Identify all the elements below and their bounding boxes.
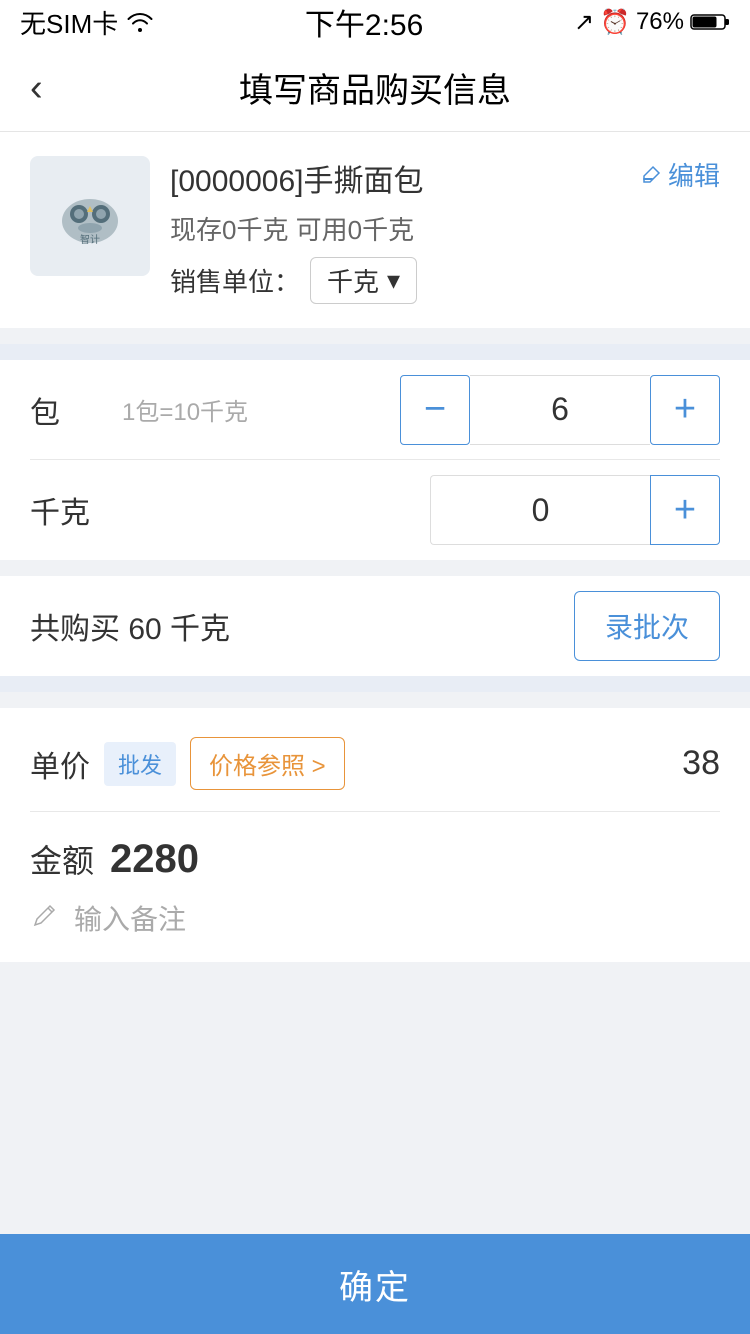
- price-row: 单价 批发 价格参照 > 38: [30, 732, 720, 812]
- carrier-text: 无SIM卡: [20, 4, 118, 41]
- price-section: 单价 批发 价格参照 > 38: [0, 708, 750, 812]
- bag-input-row: 包 1包=10千克 − +: [30, 360, 720, 460]
- product-unit-row: 销售单位： 千克 ▾: [170, 257, 720, 304]
- location-icon: ↗: [574, 8, 594, 37]
- status-right: ↗ ⏰ 76%: [574, 8, 730, 37]
- kg-controls: +: [430, 475, 720, 545]
- amount-value: 2280: [110, 837, 199, 882]
- kg-label: 千克: [30, 488, 110, 532]
- edit-button[interactable]: 编辑: [640, 156, 720, 193]
- remark-row[interactable]: 输入备注: [30, 898, 720, 938]
- bottom-space: [0, 962, 750, 1262]
- kg-input-row: 千克 +: [30, 460, 720, 560]
- product-stock: 现存0千克 可用0千克: [170, 210, 720, 247]
- bag-label: 包: [30, 388, 110, 432]
- bag-hint: 1包=10千克: [122, 392, 248, 427]
- status-bar: 无SIM卡 下午2:56 ↗ ⏰ 76%: [0, 0, 750, 44]
- status-left: 无SIM卡: [20, 4, 154, 41]
- unit-label: 销售单位：: [170, 262, 300, 299]
- total-label: 共购买 60 千克: [30, 604, 230, 648]
- svg-text:智计: 智计: [80, 233, 100, 246]
- page-title: 填写商品购买信息: [239, 63, 511, 112]
- status-time: 下午2:56: [305, 0, 423, 44]
- bag-input[interactable]: [470, 375, 650, 445]
- unit-select[interactable]: 千克 ▾: [310, 257, 417, 304]
- batch-button[interactable]: 录批次: [574, 591, 720, 661]
- price-value: 38: [682, 744, 720, 783]
- amount-section: 金额 2280 输入备注: [0, 812, 750, 962]
- battery-icon: [690, 12, 730, 32]
- dropdown-icon: ▾: [387, 265, 400, 296]
- confirm-button[interactable]: 确定: [0, 1234, 750, 1334]
- kg-plus-button[interactable]: +: [650, 475, 720, 545]
- bag-minus-button[interactable]: −: [400, 375, 470, 445]
- alarm-icon: ⏰: [600, 8, 630, 37]
- edit-icon: [640, 164, 662, 186]
- product-card: 智计 [0000006]手撕面包 编辑 现存0千克 可用0千克 销售单位： 千克…: [0, 132, 750, 328]
- remark-placeholder: 输入备注: [74, 898, 186, 938]
- price-ref-button[interactable]: 价格参照 >: [190, 737, 345, 790]
- price-label: 单价: [30, 742, 90, 786]
- pencil-icon: [30, 903, 60, 933]
- separator-2: [0, 676, 750, 692]
- amount-label: 金额: [30, 836, 94, 882]
- product-name: [0000006]手撕面包: [170, 156, 423, 200]
- total-section: 共购买 60 千克 录批次: [0, 576, 750, 676]
- bag-plus-button[interactable]: +: [650, 375, 720, 445]
- bag-controls: − +: [400, 375, 720, 445]
- nav-bar: ‹ 填写商品购买信息: [0, 44, 750, 132]
- product-thumbnail: 智计: [30, 156, 150, 276]
- separator-1: [0, 344, 750, 360]
- battery-text: 76%: [636, 8, 684, 36]
- kg-input[interactable]: [430, 475, 650, 545]
- input-section: 包 1包=10千克 − + 千克 +: [0, 360, 750, 560]
- product-info: [0000006]手撕面包 编辑 现存0千克 可用0千克 销售单位： 千克 ▾: [170, 156, 720, 304]
- product-logo: 智计: [55, 186, 125, 246]
- price-type-tag: 批发: [104, 742, 176, 786]
- amount-row: 金额 2280: [30, 836, 720, 882]
- back-button[interactable]: ‹: [30, 69, 43, 107]
- unit-value: 千克: [327, 262, 379, 299]
- wifi-icon: [126, 12, 154, 32]
